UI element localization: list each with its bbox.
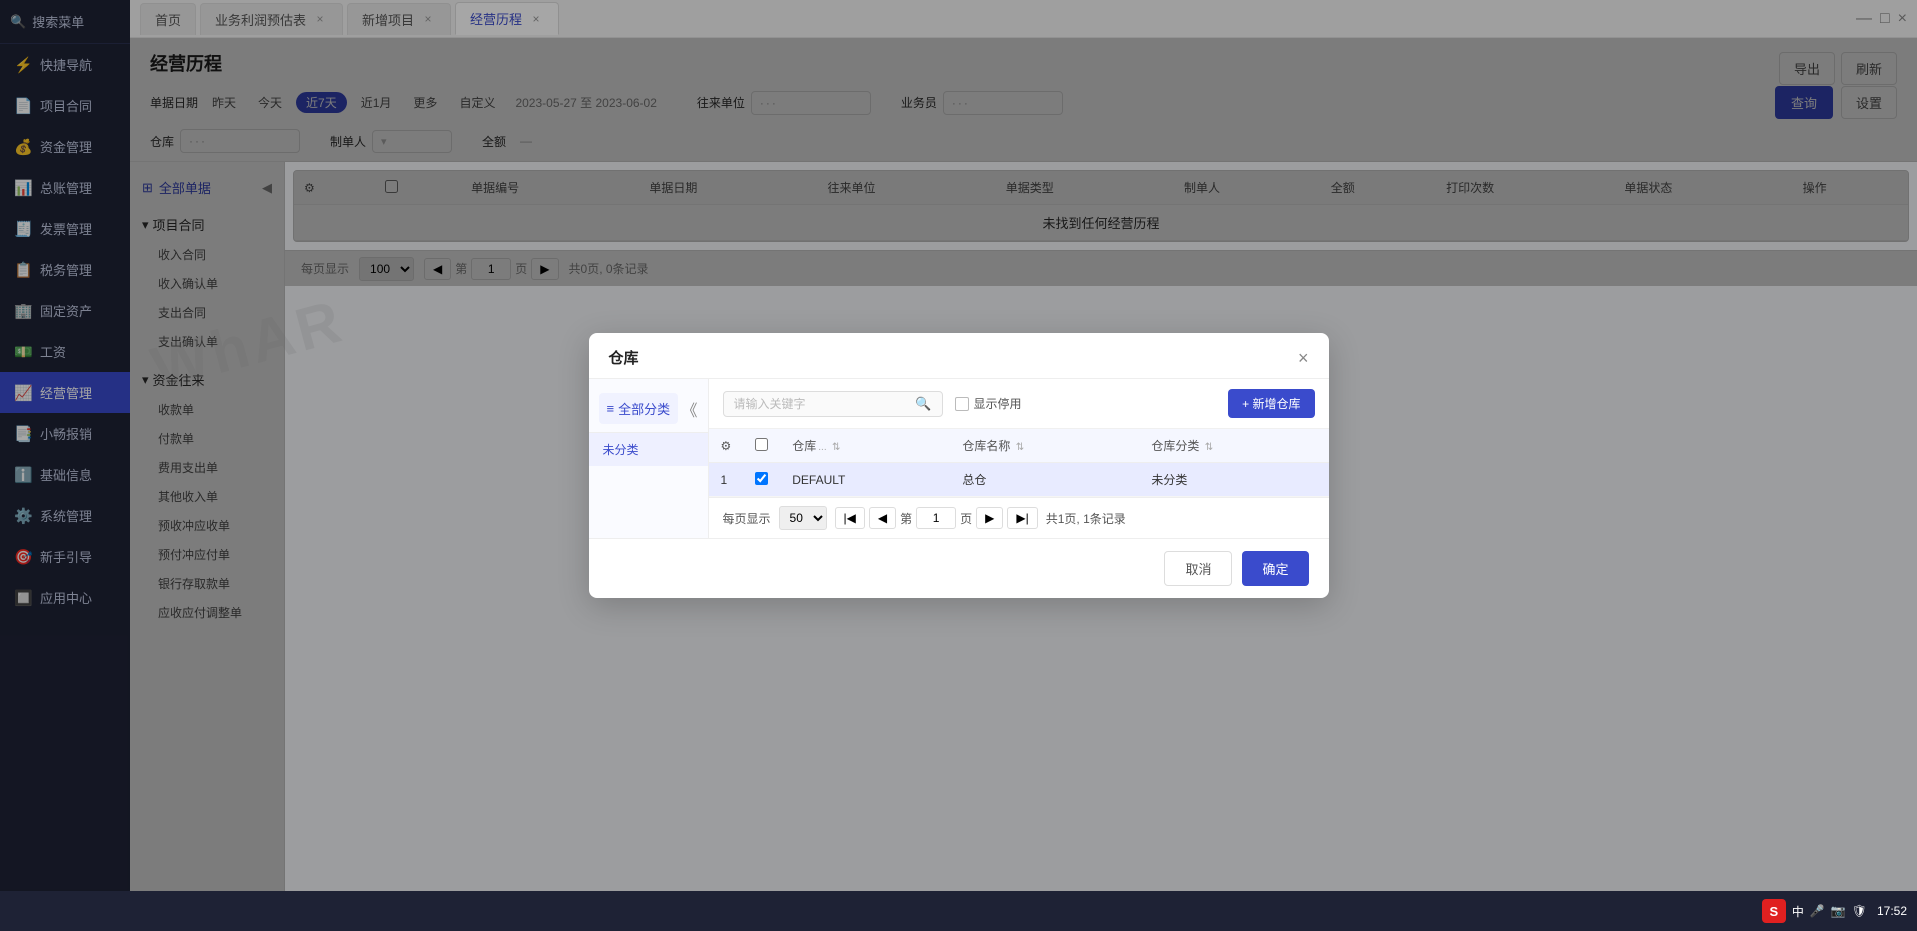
modal-page-size-select[interactable]: 50 (779, 506, 827, 530)
modal-page-summary: 共1页, 1条记录 (1046, 510, 1126, 527)
tray-area: S 中 🎤 📷 🛡 17:52 (1762, 899, 1907, 923)
taskbar-time: 17:52 (1877, 904, 1907, 918)
modal-pagination: 每页显示 50 |◀ ◀ 第 页 ▶ ▶| (709, 497, 1329, 538)
modal-collapse-btn[interactable]: 《 (681, 397, 697, 421)
show-disabled-checkbox[interactable] (955, 397, 969, 411)
modal-overlay: 仓库 × ≡ 全部分类 《 未分类 (0, 0, 1917, 931)
warehouse-modal: 仓库 × ≡ 全部分类 《 未分类 (589, 333, 1329, 598)
modal-table-wrap: ⚙ 仓库... ⇅ 仓库名称 ⇅ 仓库分类 ⇅ 1 (709, 429, 1329, 497)
modal-cancel-btn[interactable]: 取消 (1164, 551, 1232, 586)
modal-title: 仓库 (609, 347, 639, 368)
modal-select-all[interactable] (755, 438, 768, 451)
tray-ime-label[interactable]: 中 (1792, 903, 1804, 920)
modal-left-panel: ≡ 全部分类 《 未分类 (589, 379, 709, 538)
row-code: DEFAULT (780, 463, 950, 497)
modal-page-input[interactable] (916, 507, 956, 529)
modal-last-page-btn[interactable]: ▶| (1007, 507, 1037, 529)
tray-icon-s[interactable]: S (1762, 899, 1786, 923)
modal-page-suffix: 页 (960, 510, 972, 527)
modal-search-icon: 🔍 (915, 396, 931, 412)
modal-page-size-label: 每页显示 (723, 510, 771, 527)
all-category-label: 全部分类 (618, 399, 670, 418)
add-warehouse-btn[interactable]: + 新增仓库 (1228, 389, 1314, 418)
row-category: 未分类 (1139, 463, 1328, 497)
modal-header: 仓库 × (589, 333, 1329, 379)
modal-toolbar: 🔍 显示停用 + 新增仓库 (709, 379, 1329, 429)
modal-prev-page-btn[interactable]: ◀ (869, 507, 896, 529)
modal-first-page-btn[interactable]: |◀ (835, 507, 865, 529)
tray-mic-icon[interactable]: 🎤 (1810, 904, 1825, 918)
modal-page-controls: |◀ ◀ 第 页 ▶ ▶| (835, 507, 1038, 529)
modal-right-panel: 🔍 显示停用 + 新增仓库 (709, 379, 1329, 538)
tray-shield-icon[interactable]: 🛡 (1852, 904, 1867, 918)
row-select-checkbox[interactable] (755, 472, 768, 485)
modal-col-category: 仓库分类 ⇅ (1139, 429, 1328, 463)
taskbar: S 中 🎤 📷 🛡 17:52 (0, 891, 1917, 931)
modal-search-box[interactable]: 🔍 (723, 391, 943, 417)
modal-page-label: 第 (900, 510, 912, 527)
modal-next-page-btn[interactable]: ▶ (976, 507, 1003, 529)
main-area: 首页 业务利润预估表 × 新增项目 × 经营历程 × — □ × (130, 0, 1917, 931)
modal-confirm-btn[interactable]: 确定 (1242, 551, 1308, 586)
row-index: 1 (709, 463, 744, 497)
modal-all-category[interactable]: ≡ 全部分类 (599, 393, 679, 424)
modal-col-settings[interactable]: ⚙ (709, 429, 744, 463)
row-checkbox[interactable] (743, 463, 780, 497)
show-disabled-label[interactable]: 显示停用 (955, 395, 1022, 412)
show-disabled-text: 显示停用 (974, 395, 1022, 412)
category-list-icon: ≡ (607, 401, 615, 416)
tray-camera-icon[interactable]: 📷 (1831, 904, 1846, 918)
modal-col-name: 仓库名称 ⇅ (950, 429, 1139, 463)
modal-col-code: 仓库... ⇅ (780, 429, 950, 463)
modal-col-checkbox[interactable] (743, 429, 780, 463)
row-name: 总仓 (950, 463, 1139, 497)
modal-search-input[interactable] (734, 397, 910, 411)
modal-table: ⚙ 仓库... ⇅ 仓库名称 ⇅ 仓库分类 ⇅ 1 (709, 429, 1329, 497)
modal-category-uncategorized[interactable]: 未分类 (589, 433, 708, 466)
modal-close-btn[interactable]: × (1298, 349, 1309, 367)
modal-footer-btns: 取消 确定 (589, 538, 1329, 598)
modal-body: ≡ 全部分类 《 未分类 🔍 (589, 379, 1329, 538)
modal-table-row[interactable]: 1 DEFAULT 总仓 未分类 (709, 463, 1329, 497)
modal-left-actions: ≡ 全部分类 《 (589, 389, 708, 433)
